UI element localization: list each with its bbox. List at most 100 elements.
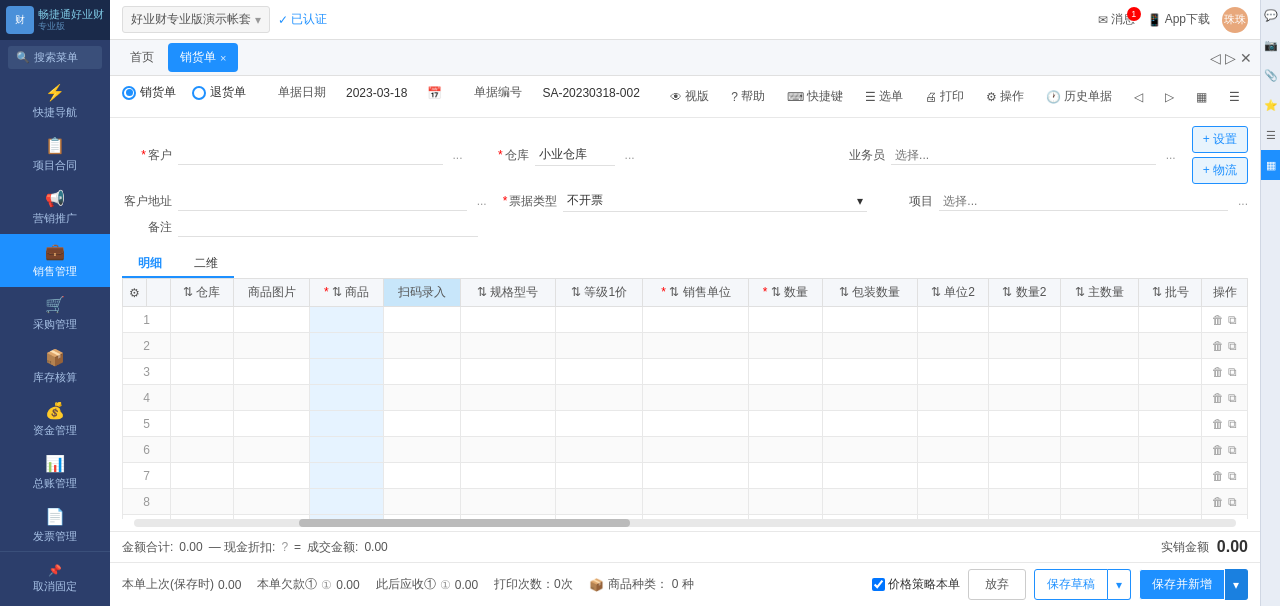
col-settings[interactable]: ⚙ <box>123 279 147 307</box>
table-cell[interactable] <box>917 359 989 385</box>
tab-next-button[interactable]: ▷ <box>1225 50 1236 66</box>
table-cell[interactable] <box>1139 333 1202 359</box>
table-cell[interactable] <box>1139 359 1202 385</box>
customer-input[interactable] <box>178 146 443 165</box>
table-cell[interactable] <box>460 385 555 411</box>
table-cell[interactable] <box>1060 359 1139 385</box>
tab-close-button[interactable]: ✕ <box>1240 50 1252 66</box>
table-cell[interactable] <box>643 307 749 333</box>
save-draft-button[interactable]: 保存草稿 <box>1034 569 1108 600</box>
table-cell[interactable] <box>1139 437 1202 463</box>
table-cell[interactable] <box>917 463 989 489</box>
table-cell[interactable] <box>460 411 555 437</box>
table-cell[interactable] <box>233 437 310 463</box>
tab-home[interactable]: 首页 <box>118 43 166 72</box>
table-cell[interactable] <box>989 437 1061 463</box>
table-cell[interactable] <box>233 333 310 359</box>
company-selector[interactable]: 好业财专业版演示帐套 ▾ <box>122 6 270 33</box>
table-cell[interactable] <box>643 411 749 437</box>
table-cell[interactable] <box>310 463 383 489</box>
message-button[interactable]: ✉ 1 消息 <box>1098 11 1135 28</box>
sidebar-item-ledger[interactable]: 📊 总账管理 <box>0 446 110 499</box>
table-cell[interactable] <box>555 359 643 385</box>
future-help-icon[interactable]: ① <box>440 578 451 592</box>
right-panel-icon-2[interactable]: 📷 <box>1261 30 1280 60</box>
table-cell[interactable] <box>917 385 989 411</box>
address-input[interactable] <box>178 192 467 211</box>
table-cell[interactable] <box>749 307 822 333</box>
table-cell[interactable] <box>643 333 749 359</box>
table-cell[interactable] <box>1060 411 1139 437</box>
right-panel-icon-5[interactable]: ☰ <box>1261 120 1280 150</box>
table-cell[interactable] <box>233 411 310 437</box>
table-cell[interactable] <box>917 437 989 463</box>
table-cell[interactable] <box>1139 411 1202 437</box>
user-profile[interactable]: 珠珠 <box>1222 7 1248 33</box>
tab-2d[interactable]: 二维 <box>178 251 234 278</box>
project-lookup-button[interactable]: ... <box>1238 194 1248 208</box>
right-panel-icon-4[interactable]: ⭐ <box>1261 90 1280 120</box>
table-cell[interactable] <box>1060 307 1139 333</box>
col-unit[interactable]: * ⇅ 销售单位 <box>643 279 749 307</box>
table-cell[interactable] <box>1060 333 1139 359</box>
app-download-button[interactable]: 📱 App下载 <box>1147 11 1210 28</box>
table-cell[interactable] <box>749 359 822 385</box>
copy-row-button[interactable]: ⧉ <box>1228 469 1237 483</box>
table-cell[interactable] <box>643 359 749 385</box>
col-unit2[interactable]: ⇅ 单位2 <box>917 279 989 307</box>
table-cell[interactable] <box>310 489 383 515</box>
copy-row-button[interactable]: ⧉ <box>1228 417 1237 431</box>
table-cell[interactable] <box>1139 463 1202 489</box>
sidebar-item-funds[interactable]: 💰 资金管理 <box>0 393 110 446</box>
table-cell[interactable] <box>822 437 917 463</box>
copy-row-button[interactable]: ⧉ <box>1228 495 1237 509</box>
col-warehouse[interactable]: ⇅ 仓库 <box>171 279 234 307</box>
col-price[interactable]: ⇅ 等级1价 <box>555 279 643 307</box>
right-panel-icon-1[interactable]: 💬 <box>1261 0 1280 30</box>
delete-row-button[interactable]: 🗑 <box>1212 339 1224 353</box>
table-cell[interactable] <box>822 307 917 333</box>
table-cell[interactable] <box>555 307 643 333</box>
abandon-button[interactable]: 放弃 <box>968 569 1026 600</box>
table-cell[interactable] <box>822 489 917 515</box>
history-button[interactable]: 🕐历史单据 <box>1038 85 1120 108</box>
table-cell[interactable] <box>460 463 555 489</box>
table-cell[interactable] <box>749 333 822 359</box>
table-cell[interactable] <box>233 489 310 515</box>
tab-detail[interactable]: 明细 <box>122 251 178 278</box>
table-cell[interactable] <box>643 489 749 515</box>
salesperson-input[interactable] <box>891 146 1156 165</box>
save-new-arrow-button[interactable]: ▾ <box>1225 569 1248 600</box>
table-cell[interactable] <box>749 385 822 411</box>
table-cell[interactable] <box>233 463 310 489</box>
radio-sale-order[interactable]: 销货单 <box>122 84 176 101</box>
table-cell[interactable] <box>989 359 1061 385</box>
table-cell[interactable] <box>171 463 234 489</box>
sidebar-item-quick-nav[interactable]: ⚡ 快捷导航 <box>0 75 110 128</box>
sidebar-item-sales[interactable]: 💼 销售管理 <box>0 234 110 287</box>
delete-row-button[interactable]: 🗑 <box>1212 469 1224 483</box>
table-cell[interactable] <box>310 385 383 411</box>
select-button[interactable]: ☰选单 <box>857 85 911 108</box>
delete-row-button[interactable]: 🗑 <box>1212 443 1224 457</box>
table-cell[interactable] <box>555 489 643 515</box>
table-cell[interactable] <box>233 359 310 385</box>
delete-row-button[interactable]: 🗑 <box>1212 313 1224 327</box>
col-main-qty[interactable]: ⇅ 主数量 <box>1060 279 1139 307</box>
table-cell[interactable] <box>749 411 822 437</box>
table-cell[interactable] <box>989 307 1061 333</box>
table-cell[interactable] <box>822 333 917 359</box>
operate-button[interactable]: ⚙操作 <box>978 85 1032 108</box>
table-cell[interactable] <box>643 437 749 463</box>
table-cell[interactable] <box>643 463 749 489</box>
table-cell[interactable] <box>460 333 555 359</box>
table-cell[interactable] <box>917 307 989 333</box>
delete-row-button[interactable]: 🗑 <box>1212 495 1224 509</box>
col-pack-qty[interactable]: ⇅ 包装数量 <box>822 279 917 307</box>
setup-button[interactable]: + 设置 <box>1192 126 1248 153</box>
tab-sales-order[interactable]: 销货单 × <box>168 43 238 72</box>
table-cell[interactable] <box>989 385 1061 411</box>
table-cell[interactable] <box>555 437 643 463</box>
table-cell[interactable] <box>310 411 383 437</box>
table-cell[interactable] <box>310 307 383 333</box>
